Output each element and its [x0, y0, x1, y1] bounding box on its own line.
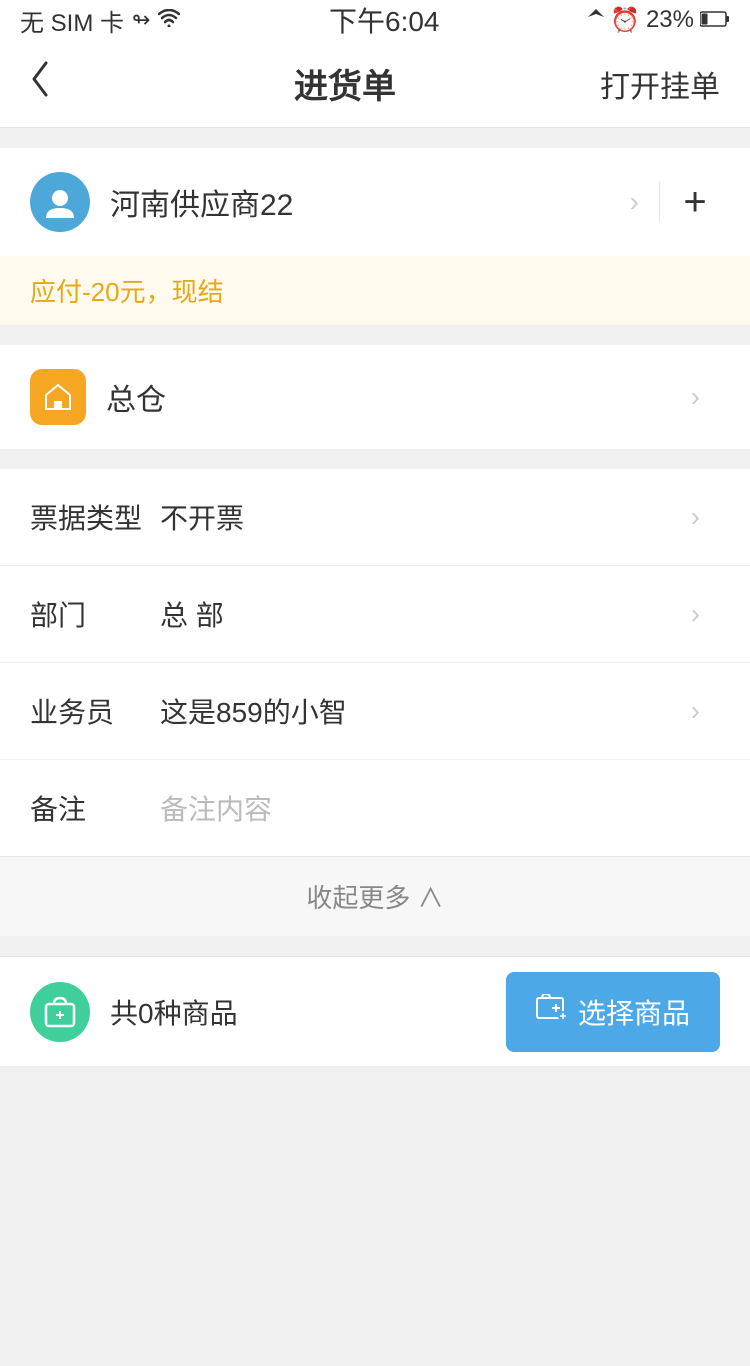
wifi-icon: ↬ — [132, 7, 150, 33]
warehouse-icon — [30, 369, 86, 425]
bottom-bar: 共0种商品 选择商品 — [0, 956, 750, 1066]
remark-input[interactable]: 备注内容 — [160, 788, 720, 828]
department-label: 部门 — [30, 594, 150, 634]
battery-icon — [700, 6, 730, 34]
invoice-type-chevron-icon: › — [691, 501, 700, 533]
wifi-bars — [158, 6, 180, 34]
battery-percent: 23% — [646, 6, 694, 34]
status-bar: 无 SIM 卡 ↬ 下午6:04 ⏰ 23% — [0, 0, 750, 40]
salesperson-label: 业务员 — [30, 691, 150, 731]
select-product-button[interactable]: 选择商品 — [506, 972, 720, 1052]
warehouse-name: 总仓 — [106, 375, 691, 419]
warehouse-section: 总仓 › — [0, 345, 750, 449]
bottom-divider — [0, 936, 750, 956]
salesperson-row[interactable]: 业务员 这是859的小智 › — [0, 663, 750, 760]
gray-background — [0, 1066, 750, 1366]
department-chevron-icon: › — [691, 598, 700, 630]
location-icon — [588, 6, 604, 34]
select-product-label: 选择商品 — [578, 992, 690, 1032]
salesperson-value: 这是859的小智 — [160, 691, 691, 731]
status-left: 无 SIM 卡 ↬ — [20, 3, 180, 38]
status-right: ⏰ 23% — [588, 6, 730, 35]
carrier-label: 无 SIM 卡 — [20, 3, 124, 38]
middle-divider-1 — [0, 325, 750, 345]
top-divider — [0, 128, 750, 148]
supplier-name: 河南供应商22 — [110, 180, 630, 224]
back-button[interactable] — [30, 59, 90, 108]
form-section: 票据类型 不开票 › 部门 总 部 › 业务员 这是859的小智 › 备注 备注… — [0, 469, 750, 856]
warehouse-chevron-icon: › — [691, 381, 700, 413]
supplier-chevron-icon: › — [630, 186, 639, 218]
invoice-type-row[interactable]: 票据类型 不开票 › — [0, 469, 750, 566]
department-row[interactable]: 部门 总 部 › — [0, 566, 750, 663]
supplier-section: 河南供应商22 › + 应付-20元，现结 — [0, 148, 750, 325]
middle-divider-2 — [0, 449, 750, 469]
warehouse-row[interactable]: 总仓 › — [0, 345, 750, 449]
vertical-divider — [659, 182, 660, 222]
add-supplier-button[interactable]: + — [670, 180, 720, 225]
select-product-icon — [536, 994, 568, 1029]
status-time: 下午6:04 — [329, 0, 440, 40]
supplier-row[interactable]: 河南供应商22 › + — [0, 148, 750, 256]
department-value: 总 部 — [160, 594, 691, 634]
remark-row[interactable]: 备注 备注内容 — [0, 760, 750, 856]
nav-bar: 进货单 打开挂单 — [0, 40, 750, 128]
product-icon — [30, 982, 90, 1042]
salesperson-chevron-icon: › — [691, 695, 700, 727]
product-count-label: 共0种商品 — [110, 992, 506, 1032]
alarm-icon: ⏰ — [610, 6, 640, 35]
nav-title: 进货单 — [294, 59, 396, 108]
supplier-avatar — [30, 172, 90, 232]
invoice-type-label: 票据类型 — [30, 497, 150, 537]
remark-label: 备注 — [30, 788, 150, 828]
collapse-button[interactable]: 收起更多 ∧ — [0, 856, 750, 936]
open-pending-button[interactable]: 打开挂单 — [600, 62, 720, 106]
invoice-type-value: 不开票 — [160, 497, 691, 537]
notice-row: 应付-20元，现结 — [0, 256, 750, 325]
